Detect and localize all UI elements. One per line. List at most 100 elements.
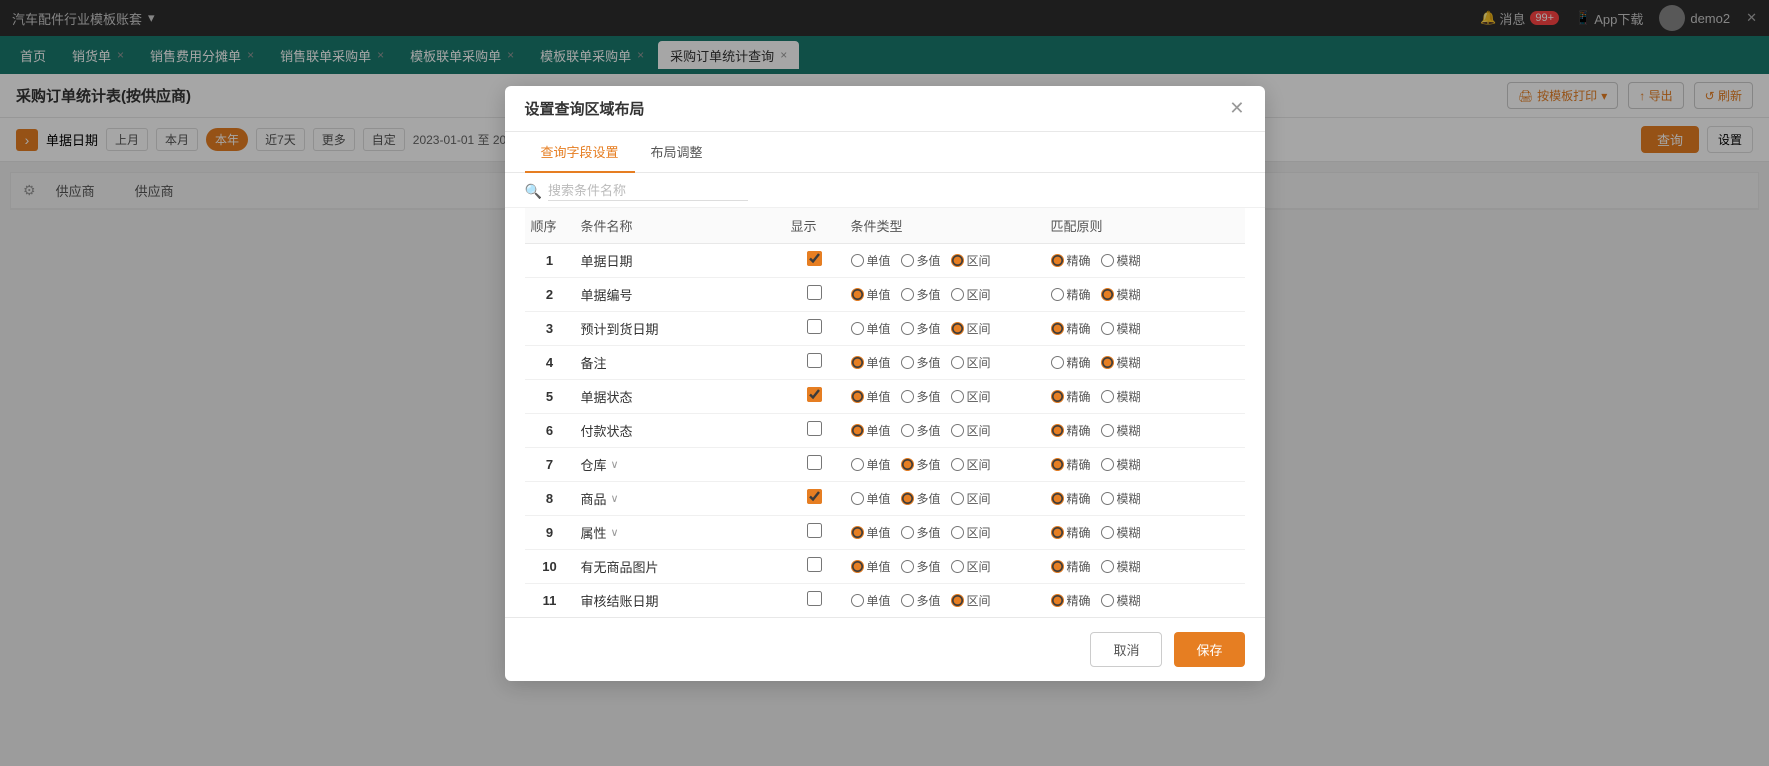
show-checkbox[interactable]	[807, 319, 822, 334]
rule-option-exact[interactable]: 精确	[1051, 320, 1091, 337]
type-option-single[interactable]: 单值	[851, 524, 891, 541]
rule-option-exact[interactable]: 精确	[1051, 592, 1091, 609]
type-option-multi[interactable]: 多值	[901, 456, 941, 473]
type-option-range[interactable]: 区间	[951, 286, 991, 303]
tab-layout[interactable]: 布局调整	[635, 132, 719, 173]
rule-option-exact[interactable]: 精确	[1051, 558, 1091, 575]
type-option-range[interactable]: 区间	[951, 422, 991, 439]
show-checkbox[interactable]	[807, 591, 822, 606]
type-option-single[interactable]: 单值	[851, 490, 891, 507]
rule-option-exact[interactable]: 精确	[1051, 286, 1091, 303]
cell-show	[785, 311, 845, 345]
type-option-multi[interactable]: 多值	[901, 558, 941, 575]
type-option-range[interactable]: 区间	[951, 490, 991, 507]
show-checkbox[interactable]	[807, 489, 822, 504]
show-checkbox[interactable]	[807, 557, 822, 572]
cell-order: 8	[525, 481, 575, 515]
type-option-single[interactable]: 单值	[851, 592, 891, 609]
show-checkbox[interactable]	[807, 285, 822, 300]
rule-radio-group: 精确模糊	[1051, 524, 1239, 541]
rule-option-exact[interactable]: 精确	[1051, 490, 1091, 507]
type-option-multi[interactable]: 多值	[901, 320, 941, 337]
type-option-single[interactable]: 单值	[851, 456, 891, 473]
type-radio-group: 单值多值区间	[851, 490, 1039, 507]
rule-option-fuzzy[interactable]: 模糊	[1101, 320, 1141, 337]
cell-name: 仓库 ∨	[575, 447, 785, 481]
cell-order: 3	[525, 311, 575, 345]
type-option-multi[interactable]: 多值	[901, 252, 941, 269]
type-option-single[interactable]: 单值	[851, 286, 891, 303]
type-radio-group: 单值多值区间	[851, 592, 1039, 609]
type-option-range[interactable]: 区间	[951, 592, 991, 609]
cell-rule: 精确模糊	[1045, 243, 1245, 277]
type-option-range[interactable]: 区间	[951, 558, 991, 575]
table-row: 11审核结账日期单值多值区间精确模糊	[525, 583, 1245, 617]
show-checkbox[interactable]	[807, 455, 822, 470]
type-option-multi[interactable]: 多值	[901, 422, 941, 439]
type-option-multi[interactable]: 多值	[901, 490, 941, 507]
cell-rule: 精确模糊	[1045, 413, 1245, 447]
type-option-multi[interactable]: 多值	[901, 286, 941, 303]
search-input[interactable]	[548, 183, 748, 201]
rule-radio-group: 精确模糊	[1051, 388, 1239, 405]
th-type: 条件类型	[845, 208, 1045, 244]
cell-order: 7	[525, 447, 575, 481]
rule-option-fuzzy[interactable]: 模糊	[1101, 252, 1141, 269]
table-row: 7仓库 ∨ 单值多值区间 精确模糊	[525, 447, 1245, 481]
type-option-range[interactable]: 区间	[951, 354, 991, 371]
rule-option-exact[interactable]: 精确	[1051, 456, 1091, 473]
type-option-single[interactable]: 单值	[851, 354, 891, 371]
rule-option-exact[interactable]: 精确	[1051, 524, 1091, 541]
type-option-single[interactable]: 单值	[851, 422, 891, 439]
cell-order: 10	[525, 549, 575, 583]
type-option-range[interactable]: 区间	[951, 252, 991, 269]
rule-option-exact[interactable]: 精确	[1051, 354, 1091, 371]
dialog-close-button[interactable]: ✕	[1229, 99, 1244, 117]
rule-option-fuzzy[interactable]: 模糊	[1101, 524, 1141, 541]
cell-name: 商品 ∨	[575, 481, 785, 515]
cell-show	[785, 447, 845, 481]
rule-option-fuzzy[interactable]: 模糊	[1101, 422, 1141, 439]
rule-option-fuzzy[interactable]: 模糊	[1101, 558, 1141, 575]
cell-show	[785, 277, 845, 311]
show-checkbox[interactable]	[807, 251, 822, 266]
tab-fields[interactable]: 查询字段设置	[525, 132, 635, 173]
type-radio-group: 单值多值区间	[851, 354, 1039, 371]
rule-option-fuzzy[interactable]: 模糊	[1101, 354, 1141, 371]
type-option-single[interactable]: 单值	[851, 558, 891, 575]
type-option-single[interactable]: 单值	[851, 252, 891, 269]
cell-show	[785, 243, 845, 277]
rule-option-exact[interactable]: 精确	[1051, 422, 1091, 439]
type-option-range[interactable]: 区间	[951, 524, 991, 541]
type-option-range[interactable]: 区间	[951, 388, 991, 405]
type-option-multi[interactable]: 多值	[901, 592, 941, 609]
table-row: 2单据编号单值多值区间精确模糊	[525, 277, 1245, 311]
type-option-multi[interactable]: 多值	[901, 524, 941, 541]
type-option-range[interactable]: 区间	[951, 320, 991, 337]
rule-option-exact[interactable]: 精确	[1051, 388, 1091, 405]
type-option-single[interactable]: 单值	[851, 388, 891, 405]
rule-option-fuzzy[interactable]: 模糊	[1101, 490, 1141, 507]
show-checkbox[interactable]	[807, 421, 822, 436]
table-row: 8商品 ∨单值多值区间精确模糊	[525, 481, 1245, 515]
table-row: 4备注单值多值区间精确模糊	[525, 345, 1245, 379]
type-option-range[interactable]: 区间	[951, 456, 991, 473]
th-order: 顺序	[525, 208, 575, 244]
show-checkbox[interactable]	[807, 523, 822, 538]
rule-option-fuzzy[interactable]: 模糊	[1101, 456, 1141, 473]
rule-option-fuzzy[interactable]: 模糊	[1101, 592, 1141, 609]
cell-rule: 精确模糊	[1045, 583, 1245, 617]
rule-option-fuzzy[interactable]: 模糊	[1101, 286, 1141, 303]
show-checkbox[interactable]	[807, 387, 822, 402]
save-button[interactable]: 保存	[1174, 632, 1244, 667]
cancel-button[interactable]: 取消	[1090, 632, 1162, 667]
table-row: 6付款状态单值多值区间精确模糊	[525, 413, 1245, 447]
type-option-multi[interactable]: 多值	[901, 354, 941, 371]
type-option-single[interactable]: 单值	[851, 320, 891, 337]
rule-option-exact[interactable]: 精确	[1051, 252, 1091, 269]
show-checkbox[interactable]	[807, 353, 822, 368]
condition-name: 属性	[581, 523, 607, 542]
rule-option-fuzzy[interactable]: 模糊	[1101, 388, 1141, 405]
type-option-multi[interactable]: 多值	[901, 388, 941, 405]
cell-name: 单据状态	[575, 379, 785, 413]
